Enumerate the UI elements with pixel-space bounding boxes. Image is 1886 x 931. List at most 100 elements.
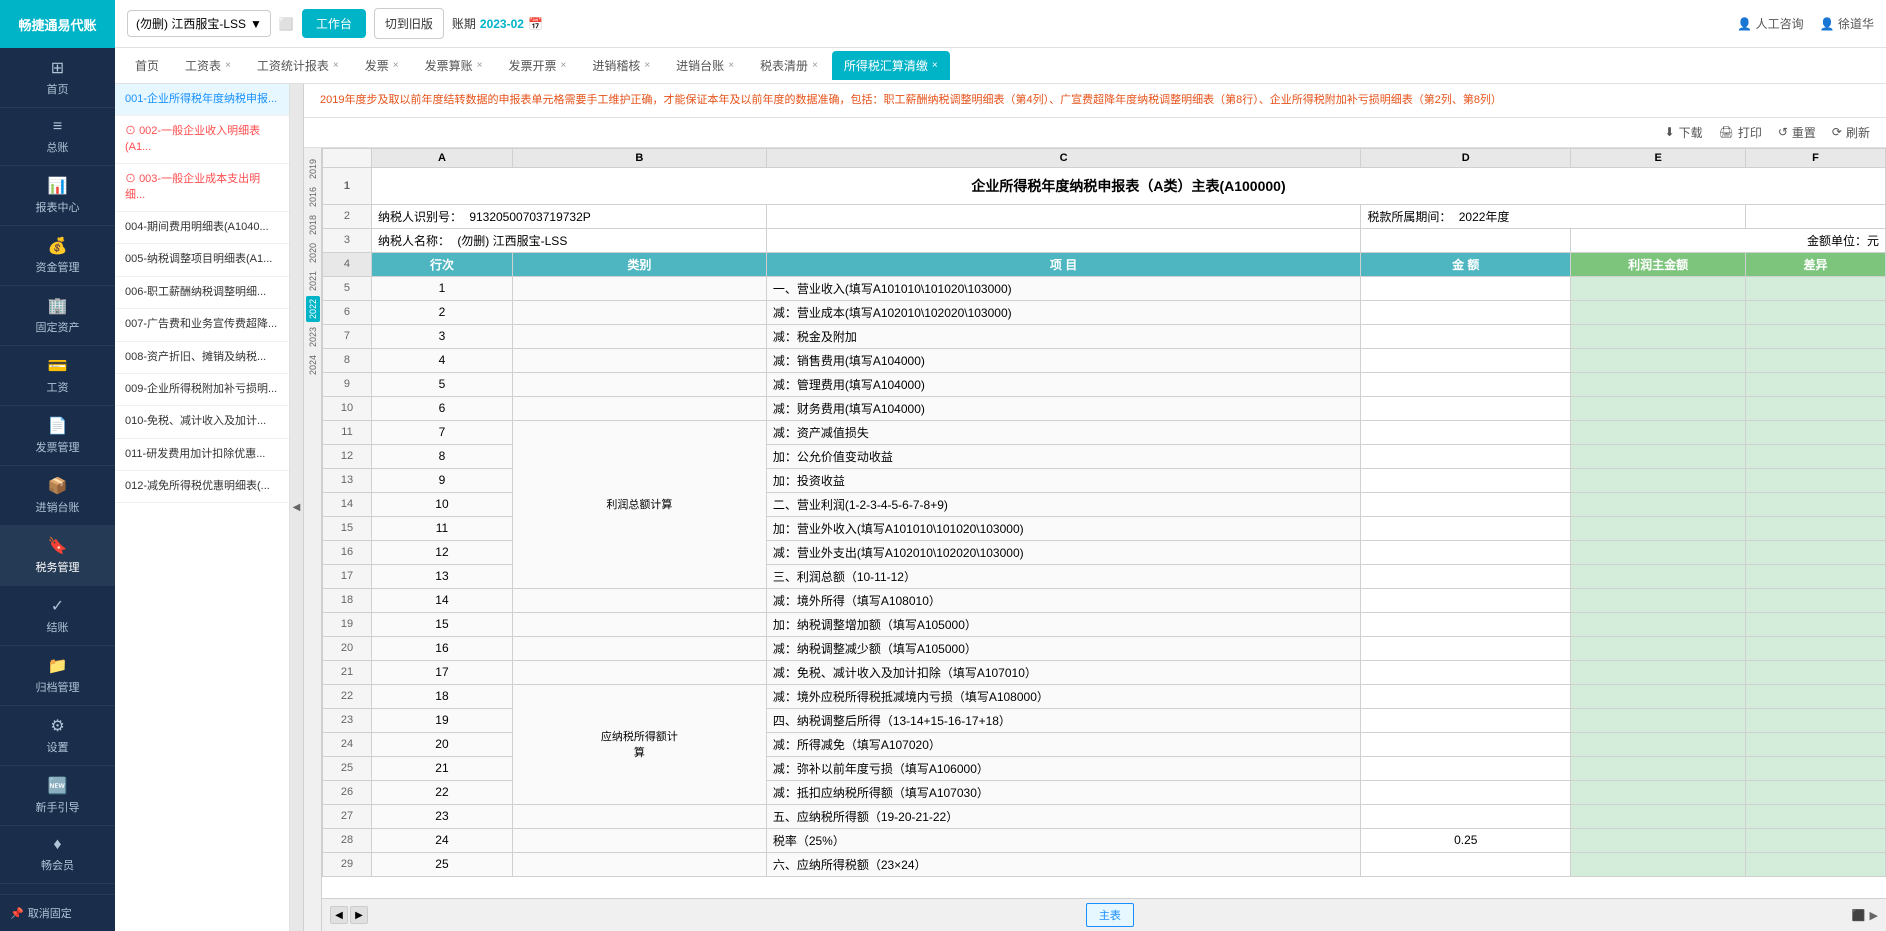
tab-invoice-calc[interactable]: 发票算账 × bbox=[413, 51, 495, 80]
year-2022[interactable]: 2022 bbox=[306, 296, 320, 322]
sheet-scroll-btns: ◀ ▶ bbox=[330, 906, 368, 924]
row-num-4: 4 bbox=[323, 252, 372, 276]
pin-label: 取消固定 bbox=[28, 905, 72, 921]
tab-invoice-calc-close[interactable]: × bbox=[477, 60, 483, 71]
spreadsheet[interactable]: A B C D E F bbox=[322, 148, 1886, 899]
sidebar-item-member[interactable]: ♦ 畅会员 bbox=[0, 826, 115, 884]
sidebar-item-guide[interactable]: 🆕 新手引导 bbox=[0, 766, 115, 826]
sidebar-item-tax[interactable]: 🔖 税务管理 bbox=[0, 526, 115, 586]
tab-invoice-open-close[interactable]: × bbox=[560, 60, 566, 71]
pin-toggle[interactable]: 📌 取消固定 bbox=[0, 894, 115, 931]
refresh-button[interactable]: ⟳ 刷新 bbox=[1832, 124, 1870, 141]
ai-consult[interactable]: 👤 人工咨询 bbox=[1737, 15, 1803, 32]
header-col-a: 行次 bbox=[371, 252, 512, 276]
sheet-scroll-left[interactable]: ◀ bbox=[330, 906, 348, 924]
panel-collapse-btn[interactable]: ◀ bbox=[290, 84, 304, 931]
calendar-icon[interactable]: 📅 bbox=[528, 17, 543, 31]
top-right: 👤 人工咨询 👤 徐道华 bbox=[1737, 15, 1874, 32]
switch-button[interactable]: 切到旧版 bbox=[374, 8, 444, 39]
sheet-scroll-right[interactable]: ▶ bbox=[350, 906, 368, 924]
sidebar-item-invoice-mgmt[interactable]: 📄 发票管理 bbox=[0, 406, 115, 466]
tax-period-cell: 税款所属期间： 2022年度 bbox=[1361, 204, 1746, 228]
list-item-004[interactable]: 004-期间费用明细表(A1040... bbox=[115, 212, 289, 244]
empty-cell-2f bbox=[1746, 204, 1886, 228]
refresh-icon: ⟳ bbox=[1832, 125, 1842, 139]
sidebar-item-settlement[interactable]: ✓ 结账 bbox=[0, 586, 115, 646]
tab-salary-stat-close[interactable]: × bbox=[333, 60, 339, 71]
fund-icon: 💰 bbox=[48, 236, 68, 256]
col-header-e: E bbox=[1571, 148, 1746, 167]
sidebar-item-label: 报表中心 bbox=[36, 199, 80, 215]
reset-button[interactable]: ↺ 重置 bbox=[1778, 124, 1816, 141]
content-area: 001-企业所得税年度纳税申报... ⊙ 002-一般企业收入明细表(A1...… bbox=[115, 84, 1886, 931]
data-table: A B C D E F bbox=[322, 148, 1886, 877]
year-2021[interactable]: 2021 bbox=[306, 268, 320, 294]
year-2023[interactable]: 2023 bbox=[306, 324, 320, 350]
year-2020[interactable]: 2020 bbox=[306, 240, 320, 266]
tab-tax-clear-label: 税表清册 bbox=[760, 57, 808, 74]
sidebar-item-label: 归档管理 bbox=[36, 679, 80, 695]
print-button[interactable]: 🖨 打印 bbox=[1719, 124, 1762, 141]
sidebar-item-salary[interactable]: 💳 工资 bbox=[0, 346, 115, 406]
sidebar-item-settings[interactable]: ⚙ 设置 bbox=[0, 706, 115, 766]
tab-home[interactable]: 首页 bbox=[123, 51, 171, 80]
sheet-nav-right: ⬛ ▶ bbox=[1852, 909, 1878, 922]
col-header-d: D bbox=[1361, 148, 1571, 167]
workbench-button[interactable]: 工作台 bbox=[302, 9, 366, 38]
tab-tax-clear-close[interactable]: × bbox=[812, 60, 818, 71]
sidebar-item-fund[interactable]: 💰 资金管理 bbox=[0, 226, 115, 286]
list-item-011[interactable]: 011-研发费用加计扣除优惠... bbox=[115, 439, 289, 471]
list-item-009[interactable]: 009-企业所得税附加补亏损明... bbox=[115, 374, 289, 406]
tab-sales-ledger-close[interactable]: × bbox=[728, 60, 734, 71]
sidebar-item-general-ledger[interactable]: ≡ 总账 bbox=[0, 108, 115, 166]
sidebar-item-archive[interactable]: 📁 归档管理 bbox=[0, 646, 115, 706]
row-num-1: 1 bbox=[323, 167, 372, 204]
company-selector[interactable]: (勿删) 江西服宝-LSS ▼ bbox=[127, 10, 271, 37]
tab-invoice-verify[interactable]: 进销稽核 × bbox=[580, 51, 662, 80]
sheet-scroll-right2[interactable]: ▶ bbox=[1870, 909, 1878, 922]
list-item-005[interactable]: 005-纳税调整项目明细表(A1... bbox=[115, 244, 289, 276]
year-2018[interactable]: 2018 bbox=[306, 212, 320, 238]
sheet-nav-icon[interactable]: ⬛ bbox=[1852, 909, 1866, 922]
list-item-010[interactable]: 010-免税、减计收入及加计... bbox=[115, 406, 289, 438]
home-icon: ⊞ bbox=[51, 58, 64, 78]
list-item-007[interactable]: 007-广告费和业务宣传费超降... bbox=[115, 309, 289, 341]
tab-tax-calc[interactable]: 所得税汇算清缴 × bbox=[832, 51, 950, 80]
table-row: 21 17 减：免税、减计收入及加计扣除（填写A107010） bbox=[323, 660, 1886, 684]
year-2019[interactable]: 2019 bbox=[306, 156, 320, 182]
list-item-006[interactable]: 006-职工薪酬纳税调整明细... bbox=[115, 277, 289, 309]
tab-salary-close[interactable]: × bbox=[225, 60, 231, 71]
list-item-008[interactable]: 008-资产折旧、摊销及纳税... bbox=[115, 342, 289, 374]
sidebar-item-label: 税务管理 bbox=[36, 559, 80, 575]
download-button[interactable]: ⬇ 下载 bbox=[1665, 124, 1703, 141]
tab-invoice-open[interactable]: 发票开票 × bbox=[496, 51, 578, 80]
tab-invoice-verify-close[interactable]: × bbox=[644, 60, 650, 71]
table-row-taxpayer-name: 3 纳税人名称： (勿删) 江西服宝-LSS 金额单位：元 bbox=[323, 228, 1886, 252]
list-item-001[interactable]: 001-企业所得税年度纳税申报... bbox=[115, 84, 289, 116]
list-item-012[interactable]: 012-减免所得税优惠明细表(... bbox=[115, 471, 289, 503]
tab-tax-calc-close[interactable]: × bbox=[932, 60, 938, 71]
sheet-tab-main[interactable]: 主表 bbox=[1086, 903, 1134, 927]
year-2024[interactable]: 2024 bbox=[306, 352, 320, 378]
sidebar-item-fixed-assets[interactable]: 🏢 固定资产 bbox=[0, 286, 115, 346]
list-item-002[interactable]: ⊙ 002-一般企业收入明细表(A1... bbox=[115, 116, 289, 164]
row-num-3: 3 bbox=[323, 228, 372, 252]
user-name[interactable]: 👤 徐道华 bbox=[1820, 15, 1874, 32]
list-item-003[interactable]: ⊙ 003-一般企业成本支出明细... bbox=[115, 164, 289, 212]
table-row: 20 16 减：纳税调整减少额（填写A105000） bbox=[323, 636, 1886, 660]
tab-sales-ledger[interactable]: 进销台账 × bbox=[664, 51, 746, 80]
copy-icon[interactable]: ⬜ bbox=[279, 17, 294, 31]
tab-salary[interactable]: 工资表 × bbox=[173, 51, 243, 80]
year-2016[interactable]: 2016 bbox=[306, 184, 320, 210]
report-icon: 📊 bbox=[48, 176, 68, 196]
sidebar-item-home[interactable]: ⊞ 首页 bbox=[0, 48, 115, 108]
sidebar-item-sales[interactable]: 📦 进销台账 bbox=[0, 466, 115, 526]
company-name: (勿删) 江西服宝-LSS bbox=[136, 15, 246, 32]
sidebar: 畅捷通易代账 ⊞ 首页 ≡ 总账 📊 报表中心 💰 资金管理 🏢 固定资产 💳 … bbox=[0, 0, 115, 931]
tab-tax-clear[interactable]: 税表清册 × bbox=[748, 51, 830, 80]
tab-salary-stat[interactable]: 工资统计报表 × bbox=[245, 51, 351, 80]
tax-icon: 🔖 bbox=[48, 536, 68, 556]
tab-invoice-close[interactable]: × bbox=[393, 60, 399, 71]
sidebar-item-report[interactable]: 📊 报表中心 bbox=[0, 166, 115, 226]
tab-invoice[interactable]: 发票 × bbox=[353, 51, 411, 80]
